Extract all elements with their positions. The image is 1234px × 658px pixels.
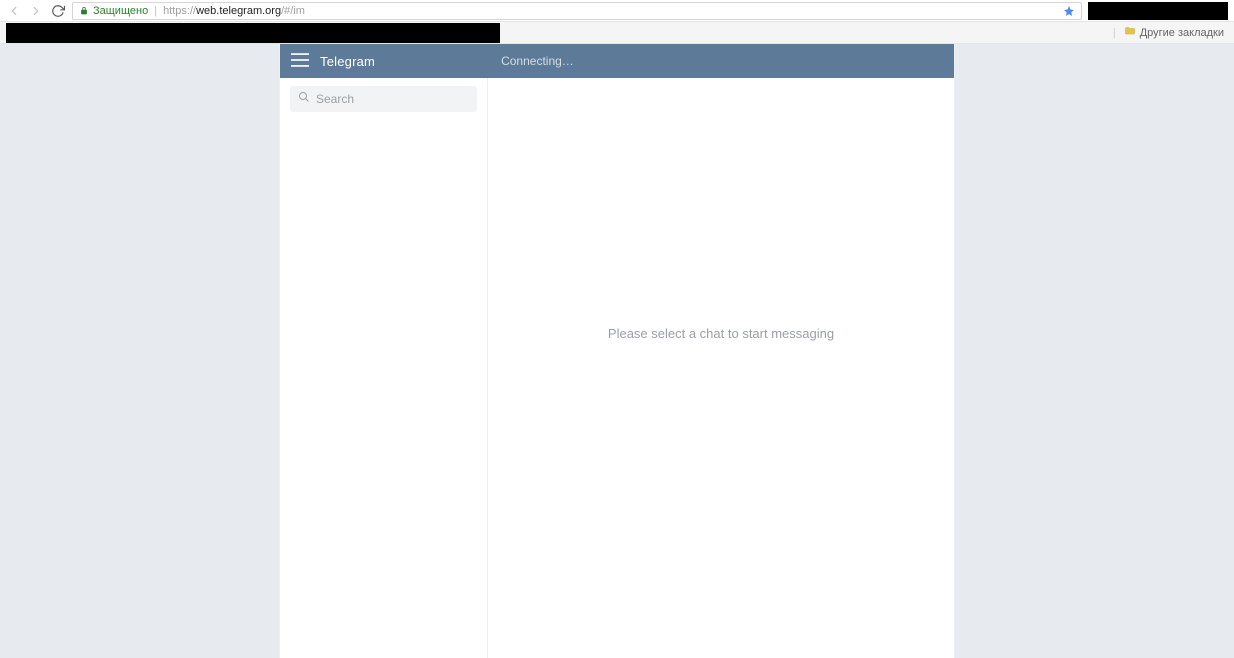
page-viewport: Telegram Connecting… Please select a cha… (0, 44, 1234, 658)
search-box[interactable] (290, 86, 477, 112)
address-url: https://web.telegram.org/#/im (163, 5, 305, 17)
search-icon (298, 90, 310, 108)
app-body: Please select a chat to start messaging (280, 78, 954, 658)
chat-list-panel (280, 78, 488, 658)
app-header: Telegram Connecting… (280, 44, 954, 78)
bookmarks-separator: | (1113, 27, 1116, 39)
lock-icon: Защищено (79, 5, 148, 17)
other-bookmarks-button[interactable]: Другие закладки (1124, 25, 1234, 40)
hamburger-icon (291, 53, 309, 70)
app-title: Telegram (320, 54, 375, 69)
menu-button[interactable] (280, 44, 320, 78)
address-separator: | (154, 5, 157, 17)
reload-button[interactable] (50, 3, 66, 19)
redacted-bookmarks (6, 23, 500, 43)
search-input[interactable] (316, 92, 469, 106)
back-button[interactable] (6, 3, 22, 19)
bookmarks-bar: | Другие закладки (0, 22, 1234, 44)
folder-icon (1124, 25, 1136, 40)
secure-label: Защищено (93, 5, 148, 17)
redacted-area-right (1088, 2, 1228, 20)
bookmark-star-icon[interactable] (1063, 5, 1075, 17)
other-bookmarks-label: Другие закладки (1140, 27, 1224, 39)
empty-chat-message: Please select a chat to start messaging (488, 326, 954, 341)
address-bar[interactable]: Защищено | https://web.telegram.org/#/im (72, 2, 1082, 20)
telegram-app: Telegram Connecting… Please select a cha… (280, 44, 954, 658)
chat-panel: Please select a chat to start messaging (488, 78, 954, 658)
forward-button[interactable] (28, 3, 44, 19)
connection-status: Connecting… (501, 54, 574, 68)
browser-toolbar: Защищено | https://web.telegram.org/#/im (0, 0, 1234, 22)
